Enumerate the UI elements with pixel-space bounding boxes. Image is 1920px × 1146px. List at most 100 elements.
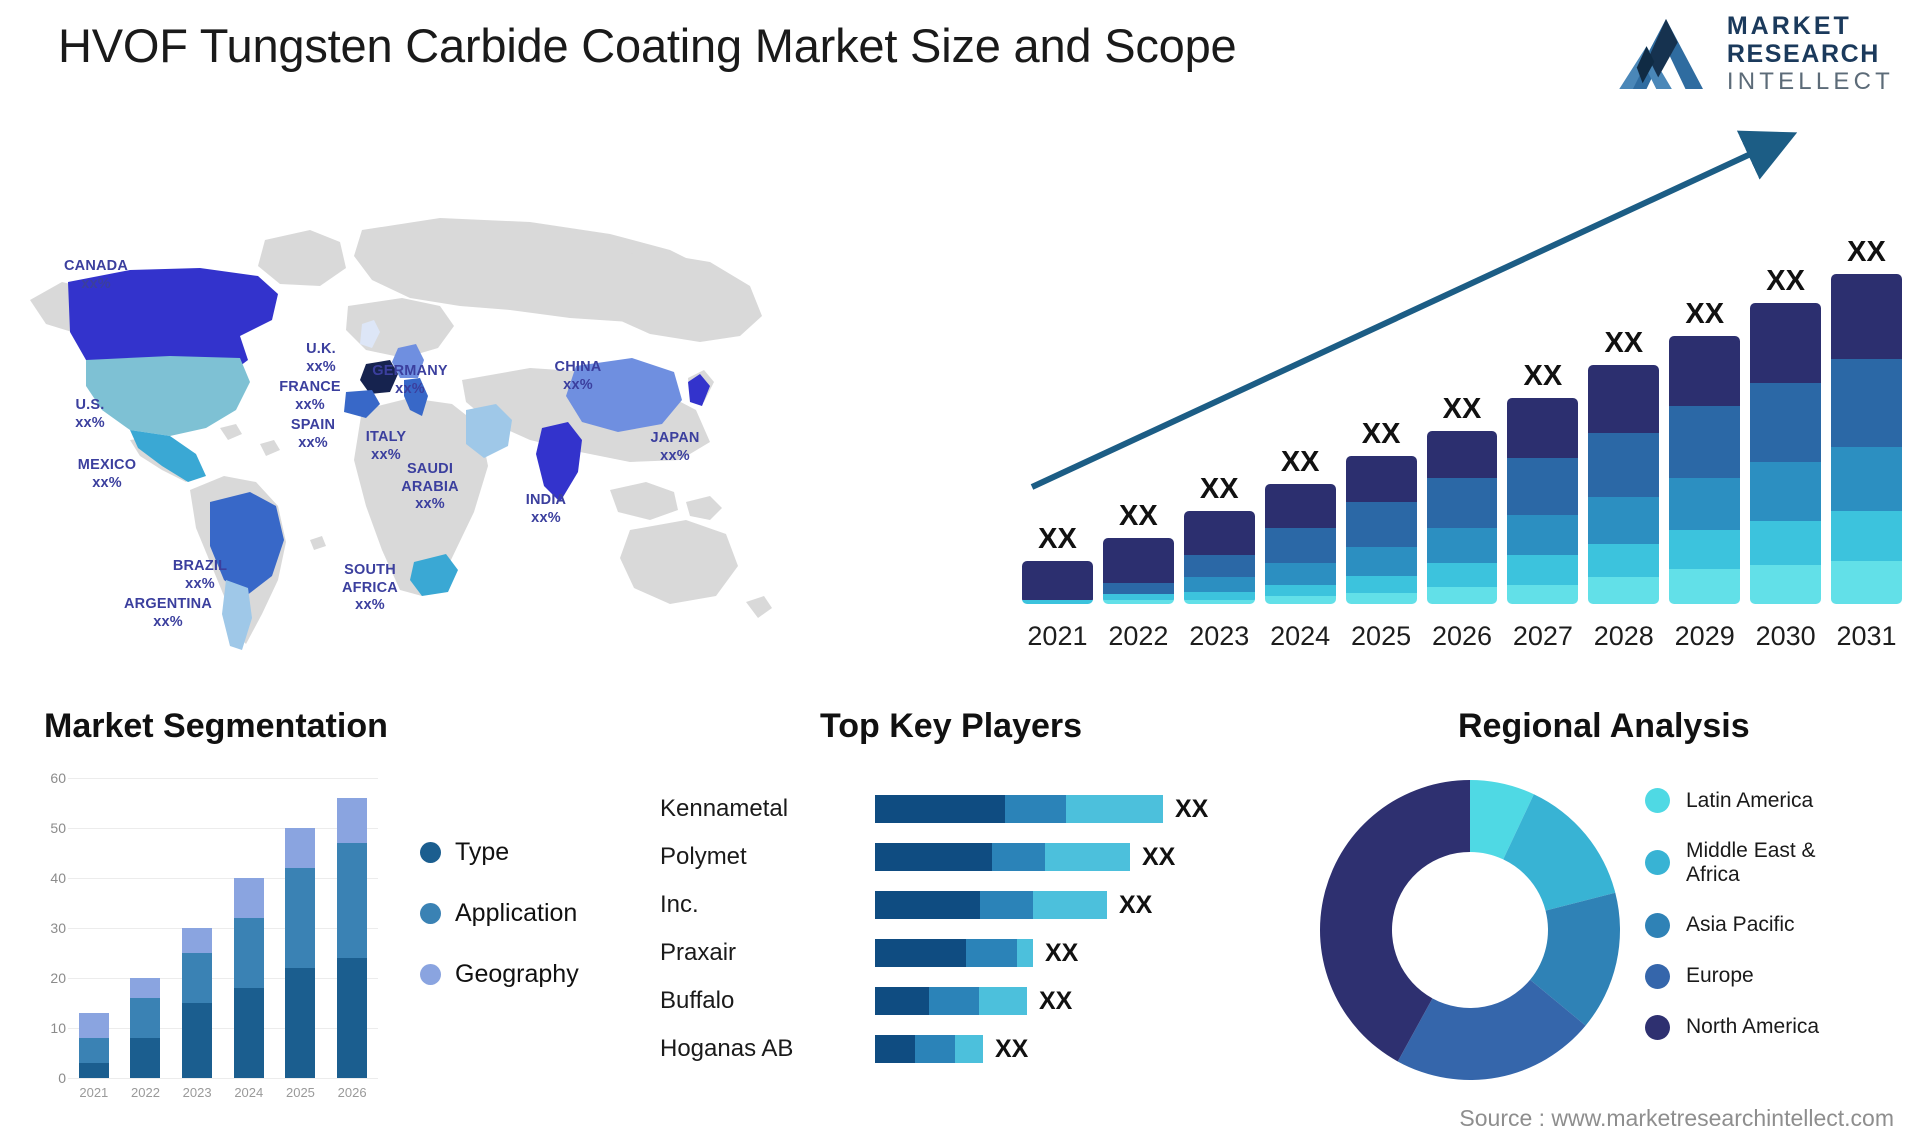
growth-bars-group: XX XX XX XX XX XX XX XX XX XX XX <box>1022 204 1902 604</box>
legend-dot-icon <box>1645 1014 1670 1040</box>
growth-year-label: 2024 <box>1270 621 1331 651</box>
segmentation-bar-segment <box>285 968 316 1078</box>
growth-bar-segment <box>1750 462 1822 521</box>
growth-bar-value-label: XX <box>1199 472 1239 505</box>
segmentation-bars-group <box>68 778 378 1078</box>
segmentation-bar-segment <box>285 868 316 968</box>
key-player-bar-segment <box>1017 939 1033 967</box>
map-label-argentina: ARGENTINA xx% <box>124 596 212 630</box>
growth-bar-segment <box>1669 530 1741 570</box>
segmentation-x-axis: 2021 2022 2023 2024 2025 2026 <box>68 1085 378 1100</box>
source-note: Source : www.marketresearchintellect.com <box>1459 1105 1894 1131</box>
segmentation-bar-segment <box>130 998 161 1038</box>
segmentation-bar <box>78 778 109 1078</box>
regional-legend-item[interactable]: North America <box>1645 1014 1819 1040</box>
segmentation-y-tick-label: 20 <box>50 970 66 986</box>
growth-bar-segment <box>1750 382 1822 463</box>
growth-bar-segment <box>1183 510 1255 556</box>
growth-bar-segment <box>1022 561 1093 601</box>
key-player-bar-segment <box>875 1035 915 1063</box>
market-segmentation-panel: 60 50 40 30 20 10 0 2021 2022 2023 2024 2025 2026 T… <box>20 760 620 1125</box>
segmentation-x-tick-label: 2025 <box>285 1085 315 1100</box>
growth-bar-column: XX <box>1183 204 1255 604</box>
growth-bar-column: XX <box>1102 204 1174 604</box>
segmentation-legend: Type Application Geography <box>420 838 579 989</box>
key-player-name: Hoganas AB <box>660 1035 794 1062</box>
growth-bar-segment <box>1183 555 1255 577</box>
segmentation-bar-segment <box>78 1013 109 1038</box>
growth-bar-segment <box>1669 569 1741 604</box>
growth-bar-value-label: XX <box>1038 523 1077 556</box>
key-player-bar-segment <box>1005 795 1066 823</box>
growth-bar-column: XX <box>1831 204 1902 604</box>
key-player-bar-segment <box>1066 795 1163 823</box>
growth-year-label: 2029 <box>1674 621 1735 651</box>
growth-bar-segment <box>1264 563 1336 585</box>
growth-bar-segment <box>1345 502 1417 547</box>
map-label-u-k: U.K. xx% <box>306 341 336 375</box>
key-player-bar <box>875 987 1027 1015</box>
segmentation-bar-segment <box>182 1003 213 1078</box>
segmentation-bar <box>182 778 213 1078</box>
growth-bar-segment <box>1507 514 1579 556</box>
legend-dot-icon <box>1645 912 1670 938</box>
regional-legend-item[interactable]: Europe <box>1645 963 1819 989</box>
growth-bar-segment <box>1345 456 1417 503</box>
segmentation-bar-segment <box>78 1063 109 1078</box>
segmentation-legend-item[interactable]: Type <box>420 838 579 867</box>
segmentation-x-tick-label: 2022 <box>131 1085 160 1100</box>
growth-bar-segment <box>1831 561 1902 604</box>
growth-bar-column: XX <box>1264 204 1336 604</box>
growth-bar-segment <box>1426 431 1498 478</box>
growth-bar <box>1183 510 1255 604</box>
logo-line-1: MARKET <box>1726 12 1852 40</box>
growth-year-label: 2026 <box>1431 621 1493 651</box>
regional-legend-item[interactable]: Asia Pacific <box>1645 912 1819 938</box>
key-player-bar-segment <box>875 891 980 919</box>
segmentation-y-tick-label: 60 <box>50 770 66 786</box>
segmentation-legend-item[interactable]: Geography <box>420 960 579 989</box>
regional-legend-item[interactable]: Latin America <box>1645 788 1819 813</box>
top-key-players-title: Top Key Players <box>820 707 1083 745</box>
segmentation-bar-segment <box>233 878 264 918</box>
key-player-bar-segment <box>955 1035 983 1063</box>
segmentation-bar-segment <box>130 978 161 998</box>
brand-logo: MARKET RESEARCH INTELLECT <box>1617 14 1894 94</box>
market-segmentation-title: Market Segmentation <box>44 707 388 745</box>
growth-bar-segment <box>1669 336 1741 406</box>
key-player-bar-segment <box>875 987 929 1015</box>
segmentation-legend-label: Application <box>455 899 578 927</box>
regional-legend-label: Latin America <box>1686 788 1814 812</box>
top-key-players-panel: Kennametal XX Polymet XX Inc. XX Praxair XX Buff… <box>640 785 1320 1105</box>
growth-bar-segment <box>1750 565 1822 604</box>
regional-donut-chart <box>1320 780 1620 1080</box>
growth-bar <box>1022 561 1093 604</box>
growth-bar-segment <box>1669 477 1741 531</box>
growth-bar-column: XX <box>1588 204 1660 604</box>
key-player-value-label: XX <box>1119 890 1153 919</box>
key-player-name: Polymet <box>660 843 747 870</box>
key-player-bar-segment <box>1045 843 1130 871</box>
segmentation-x-tick-label: 2026 <box>337 1085 367 1100</box>
key-player-bar-segment <box>875 795 1005 823</box>
growth-bar-segment <box>1831 446 1902 511</box>
key-player-name: Praxair <box>660 939 737 966</box>
segmentation-y-tick-label: 0 <box>58 1070 66 1086</box>
key-player-row: Hoganas AB XX <box>640 1025 1320 1073</box>
key-player-value-label: XX <box>995 1034 1029 1063</box>
segmentation-bar-segment <box>130 1038 161 1078</box>
growth-bar-segment <box>1264 584 1336 597</box>
segmentation-legend-item[interactable]: Application <box>420 899 579 928</box>
regional-legend-label: Europe <box>1686 964 1754 988</box>
map-label-italy: ITALY xx% <box>365 429 407 463</box>
growth-year-label: 2031 <box>1836 621 1897 651</box>
map-label-france: FRANCE xx% <box>279 379 341 413</box>
regional-legend-item[interactable]: Middle East & Africa <box>1645 839 1819 887</box>
growth-bar-column: XX <box>1426 204 1498 604</box>
regional-analysis-panel: Latin America Middle East & Africa Asia Pac… <box>1300 760 1920 1100</box>
map-label-spain: SPAIN xx% <box>290 417 336 451</box>
segmentation-gridline <box>68 1078 378 1079</box>
segmentation-legend-label: Type <box>455 838 510 866</box>
map-label-brazil: BRAZIL xx% <box>172 558 228 592</box>
regional-legend-label: Asia Pacific <box>1686 913 1795 937</box>
